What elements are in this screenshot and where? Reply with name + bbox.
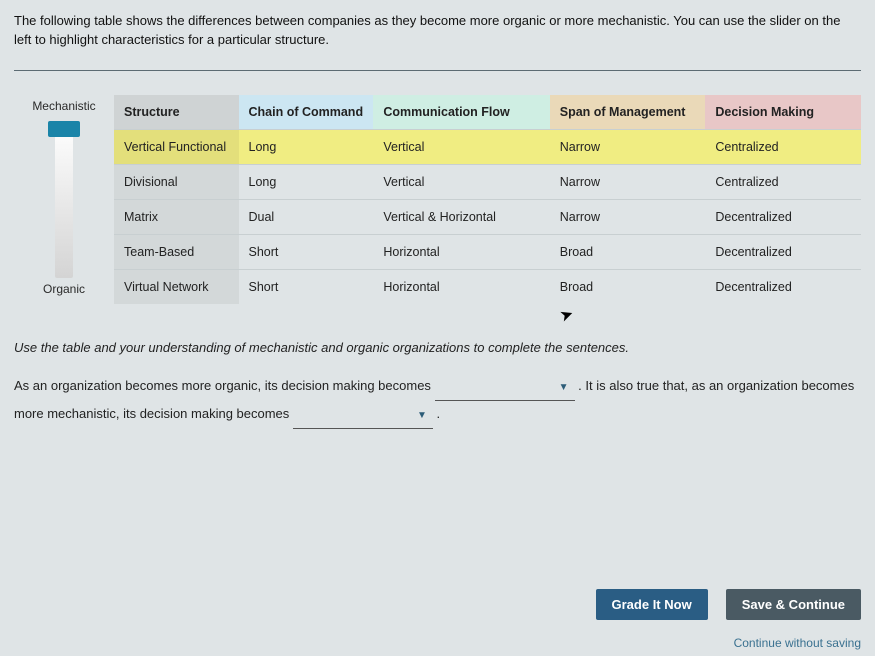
th-chain: Chain of Command [239,95,374,130]
table-header-row: Structure Chain of Command Communication… [114,95,861,130]
cell-structure: Matrix [114,199,239,234]
cell-decision: Decentralized [705,269,861,304]
slider-column: Mechanistic Organic [14,95,114,304]
save-button[interactable]: Save & Continue [726,589,861,620]
cell-span: Narrow [550,129,706,164]
sentence-part-3: . [437,406,441,421]
sentence-part-1: As an organization becomes more organic,… [14,378,435,393]
dropdown-2[interactable]: ▼ [293,406,433,429]
cursor-pointer-icon: ➤ [557,303,576,326]
cell-comm: Vertical [373,164,549,199]
cell-span: Narrow [550,164,706,199]
grade-button[interactable]: Grade It Now [596,589,708,620]
cell-comm: Horizontal [373,234,549,269]
cell-span: Narrow [550,199,706,234]
th-comm: Communication Flow [373,95,549,130]
cell-chain: Dual [239,199,374,234]
cell-comm: Vertical & Horizontal [373,199,549,234]
question-block: Use the table and your understanding of … [14,340,861,429]
cell-chain: Short [239,269,374,304]
cell-structure: Vertical Functional [114,129,239,164]
continue-without-saving-link[interactable]: Continue without saving [734,636,861,650]
th-decision: Decision Making [705,95,861,130]
cell-chain: Short [239,234,374,269]
cell-decision: Centralized [705,129,861,164]
cell-structure: Divisional [114,164,239,199]
slider-label-bottom: Organic [43,282,85,296]
cell-structure: Team-Based [114,234,239,269]
cell-decision: Decentralized [705,199,861,234]
table-area: Mechanistic Organic Structure Chain of C… [14,95,861,304]
table-row: Virtual NetworkShortHorizontalBroadDecen… [114,269,861,304]
cell-decision: Decentralized [705,234,861,269]
table-row: Team-BasedShortHorizontalBroadDecentrali… [114,234,861,269]
intro-text: The following table shows the difference… [14,12,861,50]
cell-comm: Vertical [373,129,549,164]
cell-span: Broad [550,234,706,269]
caret-down-icon: ▼ [417,406,427,426]
structure-table: Structure Chain of Command Communication… [114,95,861,304]
dropdown-1[interactable]: ▼ [435,378,575,401]
th-span: Span of Management [550,95,706,130]
slider-label-top: Mechanistic [32,99,95,113]
table-row: DivisionalLongVerticalNarrowCentralized [114,164,861,199]
table-row: Vertical FunctionalLongVerticalNarrowCen… [114,129,861,164]
cell-comm: Horizontal [373,269,549,304]
question-lead: Use the table and your understanding of … [14,340,861,355]
cell-chain: Long [239,164,374,199]
structure-slider[interactable] [55,121,73,278]
table-row: MatrixDualVertical & HorizontalNarrowDec… [114,199,861,234]
question-sentence: As an organization becomes more organic,… [14,373,861,429]
cell-decision: Centralized [705,164,861,199]
cell-chain: Long [239,129,374,164]
cell-span: Broad [550,269,706,304]
caret-down-icon: ▼ [559,378,569,398]
button-row: Grade It Now Save & Continue [596,589,861,620]
cell-structure: Virtual Network [114,269,239,304]
th-structure: Structure [114,95,239,130]
slider-thumb[interactable] [48,121,80,137]
divider [14,70,861,71]
